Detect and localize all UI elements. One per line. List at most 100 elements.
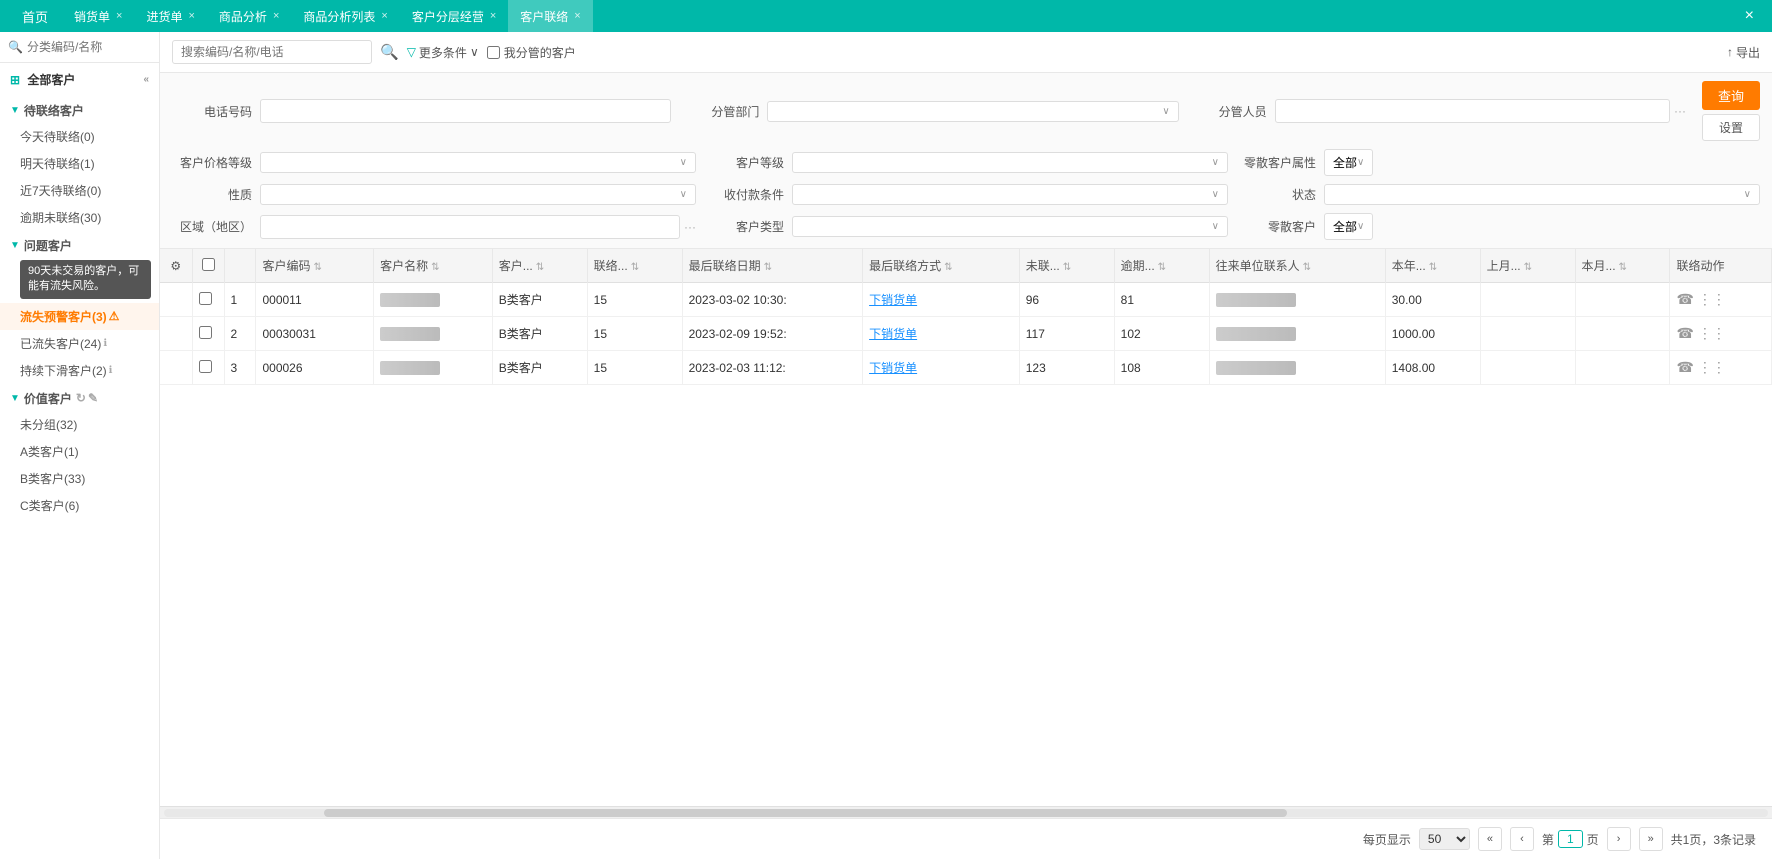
per-page-label: 每页显示 xyxy=(1363,831,1411,848)
action-more-icon[interactable]: ⋮⋮ xyxy=(1698,359,1726,376)
sidebar-item-class-c[interactable]: C类客户(6) xyxy=(0,492,159,519)
level-select[interactable]: ∨ xyxy=(792,152,1228,173)
sidebar-search-box: 🔍 xyxy=(0,32,159,63)
close-tab-sales[interactable]: × xyxy=(116,10,122,22)
row-last-way[interactable]: 下销货单 xyxy=(863,351,1020,385)
sidebar-section-value[interactable]: ▼ 价值客户 ↻ ✎ xyxy=(0,384,159,411)
export-button[interactable]: ↑ 导出 xyxy=(1727,44,1760,61)
th-name[interactable]: 客户名称⇅ xyxy=(374,249,493,283)
sidebar-section-pending[interactable]: ▼ 待联络客户 xyxy=(0,96,159,123)
action-contact-icon[interactable]: ☎ xyxy=(1676,359,1693,376)
row-last-way[interactable]: 下销货单 xyxy=(863,283,1020,317)
prev-page-button[interactable]: ‹ xyxy=(1510,827,1534,851)
per-page-select[interactable]: 50 100 200 xyxy=(1419,828,1470,850)
customer-type-select[interactable]: ∨ xyxy=(792,216,1228,237)
row-select-checkbox[interactable] xyxy=(199,292,212,305)
action-more-icon[interactable]: ⋮⋮ xyxy=(1698,291,1726,308)
row-select-checkbox[interactable] xyxy=(199,326,212,339)
row-last-month xyxy=(1480,317,1575,351)
my-customers-checkbox-label[interactable]: 我分管的客户 xyxy=(487,44,576,61)
sidebar-item-declining[interactable]: 持续下滑客户(2) ℹ xyxy=(0,357,159,384)
close-tab-analysis-list[interactable]: × xyxy=(381,10,387,22)
th-uncontacted[interactable]: 未联...⇅ xyxy=(1019,249,1114,283)
close-window-button[interactable]: × xyxy=(1735,7,1764,25)
chevron-down-icon: ∨ xyxy=(1357,157,1364,168)
select-all-checkbox[interactable] xyxy=(202,258,215,271)
row-uncontacted: 117 xyxy=(1019,317,1114,351)
zero-customer-select[interactable]: 全部 ∨ xyxy=(1324,213,1373,240)
th-checkbox[interactable] xyxy=(192,249,224,283)
sort-icon: ⇅ xyxy=(1158,262,1166,273)
close-tab-purchase[interactable]: × xyxy=(188,10,194,22)
th-last-date[interactable]: 最后联络日期⇅ xyxy=(682,249,863,283)
sidebar-all-customers[interactable]: ⊞ 全部客户 « xyxy=(0,63,159,96)
row-checkbox[interactable] xyxy=(192,351,224,385)
horizontal-scrollbar[interactable] xyxy=(160,806,1772,818)
search-input[interactable] xyxy=(172,40,372,64)
close-tab-analysis[interactable]: × xyxy=(273,10,279,22)
sidebar-item-churn-warning[interactable]: 流失预警客户(3) ⚠ xyxy=(0,303,159,330)
settings-button[interactable]: 设置 xyxy=(1702,114,1760,141)
th-this-month[interactable]: 本月...⇅ xyxy=(1575,249,1670,283)
more-dots-icon[interactable]: ··· xyxy=(1674,104,1686,118)
nav-tab-analysis[interactable]: 商品分析 × xyxy=(207,0,291,32)
th-unit-contacts[interactable]: 往来单位联系人⇅ xyxy=(1209,249,1385,283)
nav-home[interactable]: 首页 xyxy=(8,7,62,26)
nature-select[interactable]: ∨ xyxy=(260,184,696,205)
my-customers-checkbox[interactable] xyxy=(487,46,500,59)
sidebar-item-tomorrow[interactable]: 明天待联络(1) xyxy=(0,150,159,177)
action-more-icon[interactable]: ⋮⋮ xyxy=(1698,325,1726,342)
close-tab-customer-layer[interactable]: × xyxy=(490,10,496,22)
dept-select[interactable]: ∨ xyxy=(767,101,1178,122)
edit-icon[interactable]: ✎ xyxy=(88,391,98,405)
row-checkbox[interactable] xyxy=(192,317,224,351)
th-code[interactable]: 客户编码⇅ xyxy=(256,249,374,283)
person-input[interactable] xyxy=(1275,99,1670,123)
row-checkbox[interactable] xyxy=(192,283,224,317)
th-this-year[interactable]: 本年...⇅ xyxy=(1385,249,1480,283)
region-dots-icon[interactable]: ··· xyxy=(684,220,696,234)
nav-tab-purchase[interactable]: 进货单 × xyxy=(134,0,206,32)
sidebar-item-class-a[interactable]: A类客户(1) xyxy=(0,438,159,465)
table-row: 1 000011 B类客户 15 2023-03-02 10:30: 下销货单 … xyxy=(160,283,1772,317)
sidebar-item-7days[interactable]: 近7天待联络(0) xyxy=(0,177,159,204)
refresh-icon[interactable]: ↻ xyxy=(76,391,86,405)
sidebar-item-ungroup[interactable]: 未分组(32) xyxy=(0,411,159,438)
th-last-month[interactable]: 上月...⇅ xyxy=(1480,249,1575,283)
action-contact-icon[interactable]: ☎ xyxy=(1676,325,1693,342)
row-select-checkbox[interactable] xyxy=(199,360,212,373)
row-overdue: 81 xyxy=(1114,283,1209,317)
payment-select[interactable]: ∨ xyxy=(792,184,1228,205)
status-select[interactable]: ∨ xyxy=(1324,184,1760,205)
nav-tab-customer-contact[interactable]: 客户联络 × xyxy=(508,0,592,32)
price-level-select[interactable]: ∨ xyxy=(260,152,696,173)
sidebar-item-overdue[interactable]: 逾期未联络(30) xyxy=(0,204,159,231)
last-page-button[interactable]: » xyxy=(1639,827,1663,851)
region-input[interactable] xyxy=(260,215,680,239)
query-button[interactable]: 查询 xyxy=(1702,81,1760,110)
sidebar-item-churned[interactable]: 已流失客户(24) ℹ xyxy=(0,330,159,357)
nav-tab-customer-layer[interactable]: 客户分层经营 × xyxy=(400,0,508,32)
filter-nature-field: 性质 ∨ xyxy=(172,184,696,205)
th-contacts[interactable]: 联络...⇅ xyxy=(587,249,682,283)
phone-input[interactable] xyxy=(260,99,671,123)
sidebar-item-today[interactable]: 今天待联络(0) xyxy=(0,123,159,150)
sidebar-item-class-b[interactable]: B类客户(33) xyxy=(0,465,159,492)
nav-tab-analysis-list[interactable]: 商品分析列表 × xyxy=(291,0,399,32)
search-button[interactable]: 🔍 xyxy=(380,43,399,61)
th-overdue[interactable]: 逾期...⇅ xyxy=(1114,249,1209,283)
zero-attr-select[interactable]: 全部 ∨ xyxy=(1324,149,1373,176)
sidebar-search-input[interactable] xyxy=(27,40,160,54)
action-contact-icon[interactable]: ☎ xyxy=(1676,291,1693,308)
close-tab-customer-contact[interactable]: × xyxy=(574,10,580,22)
nav-tab-sales[interactable]: 销货单 × xyxy=(62,0,134,32)
row-settings xyxy=(160,317,192,351)
sidebar-section-problem[interactable]: ▼ 问题客户 xyxy=(0,231,159,258)
next-page-button[interactable]: › xyxy=(1607,827,1631,851)
row-last-way[interactable]: 下销货单 xyxy=(863,317,1020,351)
first-page-button[interactable]: « xyxy=(1478,827,1502,851)
more-conditions-button[interactable]: ▽ 更多条件 ∨ xyxy=(407,44,479,61)
th-settings[interactable]: ⚙ xyxy=(160,249,192,283)
th-last-way[interactable]: 最后联络方式⇅ xyxy=(863,249,1020,283)
th-category[interactable]: 客户...⇅ xyxy=(492,249,587,283)
